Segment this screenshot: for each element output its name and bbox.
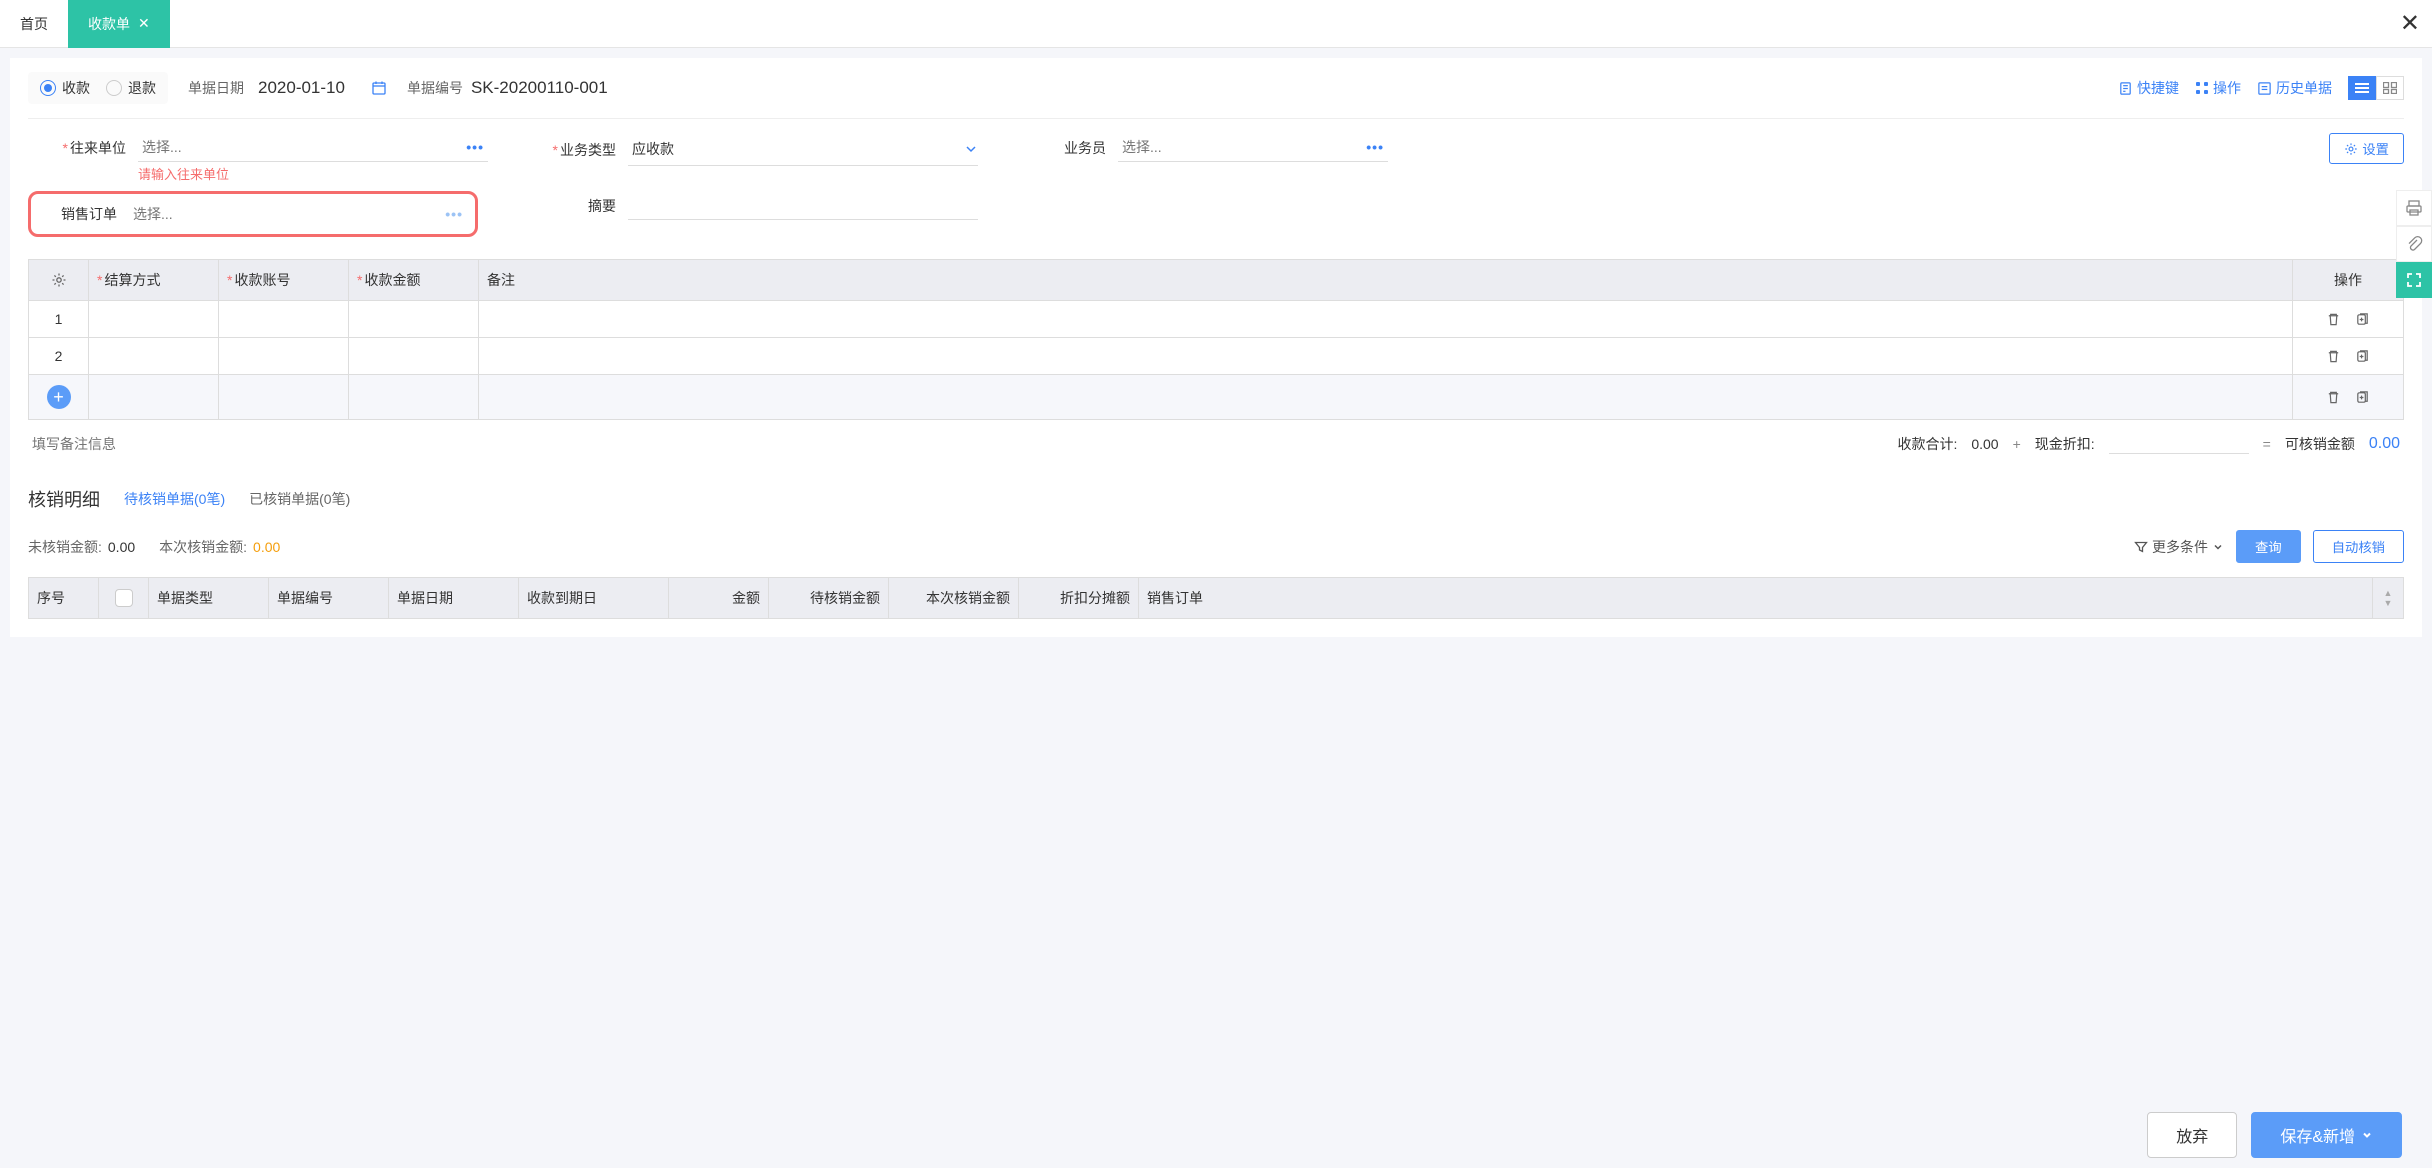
ellipsis-icon[interactable]: ••• bbox=[441, 206, 467, 222]
clipboard-icon bbox=[2118, 81, 2133, 96]
document-header: 收款 退款 单据日期 2020-01-10 单据编号 SK-20200110-0… bbox=[28, 58, 2404, 119]
salesorder-input[interactable] bbox=[129, 200, 441, 228]
copy-icon[interactable] bbox=[2355, 312, 2370, 327]
query-button[interactable]: 查询 bbox=[2236, 530, 2301, 563]
party-error: 请输入往来单位 bbox=[138, 164, 518, 183]
amount-cell[interactable] bbox=[349, 301, 479, 337]
history-link[interactable]: 历史单据 bbox=[2257, 78, 2332, 98]
biztype-label: 业务类型 bbox=[560, 142, 616, 158]
table-row: 2 bbox=[29, 338, 2403, 375]
copy-icon[interactable] bbox=[2355, 349, 2370, 364]
party-input[interactable] bbox=[138, 133, 462, 161]
rail-print-button[interactable] bbox=[2396, 190, 2432, 226]
remark-input[interactable] bbox=[32, 436, 332, 452]
settle-cell[interactable] bbox=[89, 338, 219, 374]
gear-icon bbox=[2344, 142, 2358, 156]
tab-home[interactable]: 首页 bbox=[0, 0, 68, 48]
doc-no-label: 单据编号 bbox=[407, 78, 463, 98]
receipt-type-radio: 收款 退款 bbox=[28, 72, 168, 104]
table-footer-row: + bbox=[29, 375, 2403, 419]
footer-bar: 放弃 保存&新增 bbox=[2129, 1102, 2420, 1168]
tab-receipt[interactable]: 收款单 ✕ bbox=[68, 0, 170, 48]
date-label: 单据日期 bbox=[188, 78, 244, 98]
remark-cell[interactable] bbox=[479, 338, 2293, 374]
ellipsis-icon[interactable]: ••• bbox=[462, 139, 488, 155]
settings-button[interactable]: 设置 bbox=[2329, 133, 2404, 164]
settle-cell[interactable] bbox=[89, 301, 219, 337]
current-writeoff-amount: 0.00 bbox=[253, 539, 280, 555]
view-list-button[interactable] bbox=[2348, 76, 2376, 100]
discard-button[interactable]: 放弃 bbox=[2147, 1112, 2237, 1158]
date-value[interactable]: 2020-01-10 bbox=[252, 76, 351, 100]
save-new-button[interactable]: 保存&新增 bbox=[2251, 1112, 2402, 1158]
radio-receive[interactable]: 收款 bbox=[40, 78, 90, 98]
select-all-checkbox[interactable] bbox=[115, 589, 133, 607]
plus-icon: + bbox=[2013, 436, 2021, 452]
salesorder-label: 销售订单 bbox=[39, 204, 129, 224]
app-close-icon[interactable]: ✕ bbox=[2400, 9, 2420, 38]
more-conditions-link[interactable]: 更多条件 bbox=[2134, 537, 2224, 557]
trash-icon[interactable] bbox=[2326, 349, 2341, 364]
account-cell[interactable] bbox=[219, 338, 349, 374]
trash-icon[interactable] bbox=[2326, 312, 2341, 327]
writeoff-value: 0.00 bbox=[2369, 435, 2400, 453]
chevron-down-icon bbox=[2361, 1129, 2373, 1141]
chevron-down-icon bbox=[2212, 541, 2224, 553]
radio-unchecked-icon bbox=[106, 80, 122, 96]
view-detail-button[interactable] bbox=[2376, 76, 2404, 100]
detail-grid: 序号 单据类型 单据编号 单据日期 收款到期日 金额 待核销金额 本次核销金额 … bbox=[28, 577, 2404, 619]
remark-cell[interactable] bbox=[479, 301, 2293, 337]
auto-writeoff-button[interactable]: 自动核销 bbox=[2313, 530, 2404, 563]
total-value: 0.00 bbox=[1971, 436, 1998, 452]
grid-icon bbox=[2195, 81, 2209, 95]
payment-grid: *结算方式 *收款账号 *收款金额 备注 操作 1 2 bbox=[28, 259, 2404, 420]
discount-input[interactable] bbox=[2109, 434, 2249, 454]
add-row-button[interactable]: + bbox=[47, 385, 71, 409]
copy-icon[interactable] bbox=[2355, 390, 2370, 405]
trash-icon[interactable] bbox=[2326, 390, 2341, 405]
rail-expand-button[interactable] bbox=[2396, 262, 2432, 298]
tab-receipt-label: 收款单 bbox=[88, 14, 130, 34]
summary-label: 摘要 bbox=[518, 196, 628, 216]
close-icon[interactable]: ✕ bbox=[138, 15, 150, 32]
account-cell[interactable] bbox=[219, 301, 349, 337]
subtab-done[interactable]: 已核销单据(0笔) bbox=[249, 489, 350, 509]
table-row: 1 bbox=[29, 301, 2403, 338]
side-rail bbox=[2396, 190, 2432, 298]
unwriteoff-amount: 0.00 bbox=[108, 539, 135, 555]
salesman-label: 业务员 bbox=[1008, 138, 1118, 158]
filter-icon bbox=[2134, 540, 2148, 554]
subtab-pending[interactable]: 待核销单据(0笔) bbox=[124, 489, 225, 509]
gear-icon[interactable] bbox=[51, 272, 67, 288]
calendar-icon[interactable] bbox=[371, 80, 387, 96]
radio-refund[interactable]: 退款 bbox=[106, 78, 156, 98]
salesman-input[interactable] bbox=[1118, 133, 1362, 161]
chevron-down-icon[interactable] bbox=[964, 142, 978, 156]
summary-input[interactable] bbox=[628, 191, 978, 220]
operate-link[interactable]: 操作 bbox=[2195, 78, 2241, 98]
ellipsis-icon[interactable]: ••• bbox=[1362, 139, 1388, 155]
shortcut-link[interactable]: 快捷键 bbox=[2118, 78, 2179, 98]
doc-no-value: SK-20200110-001 bbox=[471, 78, 608, 98]
view-toggle bbox=[2348, 76, 2404, 100]
radio-checked-icon bbox=[40, 80, 56, 96]
equals-icon: = bbox=[2263, 436, 2271, 452]
rail-attach-button[interactable] bbox=[2396, 226, 2432, 262]
amount-cell[interactable] bbox=[349, 338, 479, 374]
sort-toggle[interactable]: ▲▼ bbox=[2373, 578, 2403, 618]
detail-section-title: 核销明细 待核销单据(0笔) 已核销单据(0笔) bbox=[28, 468, 2404, 522]
list-icon bbox=[2257, 81, 2272, 96]
party-label: 往来单位 bbox=[70, 140, 126, 156]
biztype-value[interactable]: 应收款 bbox=[628, 133, 964, 165]
summary-bar: 收款合计: 0.00 + 现金折扣: = 可核销金额 0.00 bbox=[28, 420, 2404, 468]
tabs-bar: 首页 收款单 ✕ ✕ bbox=[0, 0, 2432, 48]
